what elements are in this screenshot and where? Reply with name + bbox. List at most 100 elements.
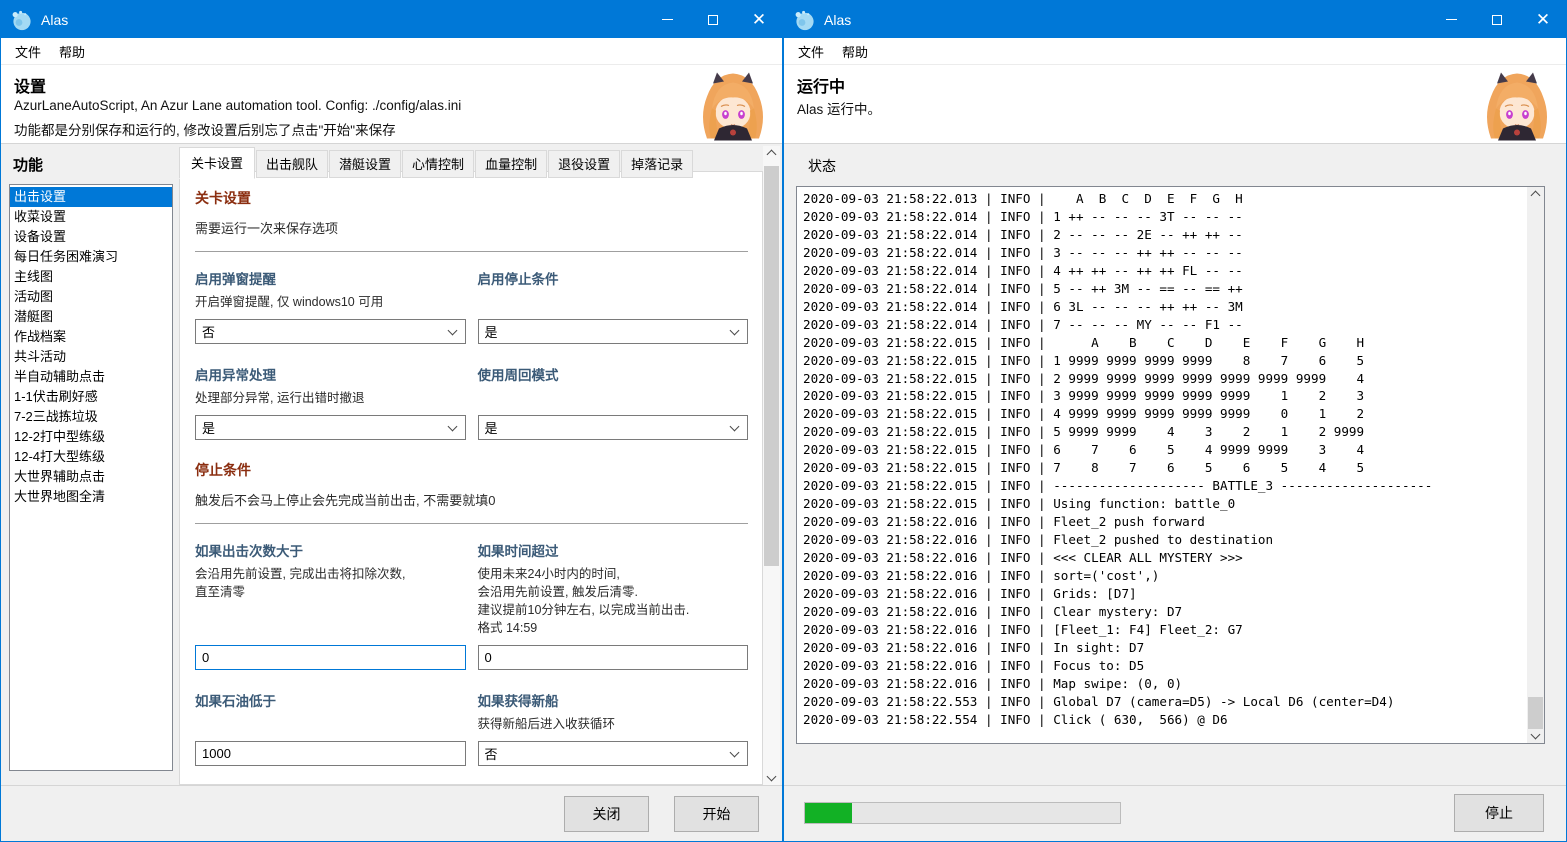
dropdown-select[interactable]: 否	[478, 741, 749, 766]
minimize-button[interactable]	[644, 1, 690, 38]
text-input[interactable]	[478, 645, 749, 670]
field-help: 会沿用先前设置, 完成出击将扣除次数,	[195, 565, 466, 583]
log-line: 2020-09-03 21:58:22.016 | INFO | Clear m…	[803, 603, 1526, 621]
tab[interactable]: 出击舰队	[256, 150, 328, 178]
close-window-button[interactable]: 关闭	[564, 796, 649, 832]
maximize-icon	[1492, 15, 1502, 25]
chevron-down-icon	[447, 422, 457, 432]
content-scrollbar[interactable]	[763, 146, 780, 785]
close-button[interactable]: ✕	[1520, 1, 1566, 38]
chevron-down-icon	[730, 748, 740, 758]
scroll-down-arrow[interactable]	[1527, 726, 1544, 743]
sidebar-item[interactable]: 作战档案	[10, 327, 172, 347]
chevron-down-icon	[1531, 730, 1541, 740]
sidebar-item[interactable]: 共斗活动	[10, 347, 172, 367]
field-label: 启用停止条件	[478, 268, 749, 288]
dropdown-select[interactable]: 是	[478, 319, 749, 344]
sidebar-item[interactable]: 潜艇图	[10, 307, 172, 327]
sidebar-item[interactable]: 大世界辅助点击	[10, 467, 172, 487]
text-input[interactable]	[195, 645, 466, 670]
sidebar-item[interactable]: 收菜设置	[10, 207, 172, 227]
close-icon: ✕	[752, 11, 766, 28]
log-line: 2020-09-03 21:58:22.554 | INFO | Click (…	[803, 711, 1526, 729]
log-line: 2020-09-03 21:58:22.016 | INFO | Grids: …	[803, 585, 1526, 603]
log-box[interactable]: 2020-09-03 21:58:22.013 | INFO | A B C D…	[796, 186, 1545, 744]
field-help: 使用未来24小时内的时间,	[478, 565, 749, 583]
sidebar-item[interactable]: 1-1伏击刷好感	[10, 387, 172, 407]
scroll-down-arrow[interactable]	[763, 768, 780, 785]
sidebar-item[interactable]: 活动图	[10, 287, 172, 307]
title-bar[interactable]: Alas ✕	[1, 1, 782, 38]
runner-header: 运行中 Alas 运行中。	[784, 65, 1566, 144]
form-field: 启用停止条件是	[478, 268, 749, 344]
maximize-button[interactable]	[1474, 1, 1520, 38]
scroll-up-arrow[interactable]	[1527, 187, 1544, 204]
maximize-button[interactable]	[690, 1, 736, 38]
scroll-up-arrow[interactable]	[763, 146, 780, 163]
tab[interactable]: 潜艇设置	[329, 150, 401, 178]
tab[interactable]: 退役设置	[548, 150, 620, 178]
sidebar-item[interactable]: 半自动辅助点击	[10, 367, 172, 387]
field-control	[195, 733, 466, 766]
window-title: Alas	[41, 12, 644, 28]
log-line: 2020-09-03 21:58:22.016 | INFO | In sigh…	[803, 639, 1526, 657]
scrollbar-thumb[interactable]	[1528, 697, 1543, 729]
sidebar-item[interactable]: 设备设置	[10, 227, 172, 247]
sidebar-item[interactable]: 主线图	[10, 267, 172, 287]
log-line: 2020-09-03 21:58:22.014 | INFO | 5 -- ++…	[803, 280, 1526, 298]
log-line: 2020-09-03 21:58:22.015 | INFO | 5 9999 …	[803, 423, 1526, 441]
dropdown-select[interactable]: 是	[195, 415, 466, 440]
log-line: 2020-09-03 21:58:22.553 | INFO | Global …	[803, 693, 1526, 711]
maximize-icon	[708, 15, 718, 25]
field-control: 是	[195, 407, 466, 440]
divider	[195, 523, 748, 524]
menu-item[interactable]: 帮助	[50, 42, 94, 61]
sidebar-item[interactable]: 12-4打大型练级	[10, 447, 172, 467]
dropdown-select[interactable]: 是	[478, 415, 749, 440]
text-input[interactable]	[195, 741, 466, 766]
settings-main: 功能 出击设置收菜设置设备设置每日任务困难演习主线图活动图潜艇图作战档案共斗活动…	[1, 144, 782, 785]
sidebar-item[interactable]: 12-2打中型练级	[10, 427, 172, 447]
field-control: 是	[478, 311, 749, 344]
log-line: 2020-09-03 21:58:22.014 | INFO | 7 -- --…	[803, 316, 1526, 334]
form-field: 如果时间超过使用未来24小时内的时间,会沿用先前设置, 触发后清零.建议提前10…	[478, 540, 749, 670]
menu-item[interactable]: 文件	[6, 42, 50, 61]
tab[interactable]: 掉落记录	[621, 150, 693, 178]
tab[interactable]: 心情控制	[402, 150, 474, 178]
sidebar-item[interactable]: 出击设置	[10, 187, 172, 207]
sidebar-item[interactable]: 7-2三战拣垃圾	[10, 407, 172, 427]
field-help: 开启弹窗提醒, 仅 windows10 可用	[195, 293, 466, 311]
settings-window: Alas ✕ 文件帮助 设置 AzurLaneAutoScript, An Az…	[0, 0, 783, 842]
sidebar-item[interactable]: 大世界地图全清	[10, 487, 172, 507]
field-help: 处理部分异常, 运行出错时撤退	[195, 389, 466, 407]
log-line: 2020-09-03 21:58:22.015 | INFO | -------…	[803, 477, 1526, 495]
menu-item[interactable]: 文件	[789, 42, 833, 61]
dropdown-select[interactable]: 否	[195, 319, 466, 344]
chevron-down-icon	[730, 326, 740, 336]
log-line: 2020-09-03 21:58:22.015 | INFO | Using f…	[803, 495, 1526, 513]
start-button[interactable]: 开始	[674, 796, 759, 832]
log-line: 2020-09-03 21:58:22.015 | INFO | A B C D…	[803, 334, 1526, 352]
tab[interactable]: 血量控制	[475, 150, 547, 178]
log-line: 2020-09-03 21:58:22.014 | INFO | 2 -- --…	[803, 226, 1526, 244]
tab[interactable]: 关卡设置	[179, 147, 255, 179]
field-help: 获得新船后进入收获循环	[478, 715, 749, 733]
scrollbar-thumb[interactable]	[764, 166, 779, 566]
page-title: 运行中	[797, 73, 845, 97]
function-listbox[interactable]: 出击设置收菜设置设备设置每日任务困难演习主线图活动图潜艇图作战档案共斗活动半自动…	[9, 184, 173, 771]
minimize-button[interactable]	[1428, 1, 1474, 38]
form-row: 如果石油低于如果获得新船获得新船后进入收获循环否	[195, 690, 748, 766]
field-label: 启用弹窗提醒	[195, 268, 466, 288]
close-button[interactable]: ✕	[736, 1, 782, 38]
chevron-down-icon	[447, 326, 457, 336]
stop-button[interactable]: 停止	[1454, 794, 1544, 832]
log-scrollbar[interactable]	[1527, 187, 1544, 743]
title-bar[interactable]: Alas ✕	[784, 1, 1566, 38]
section-description: 触发后不会马上停止会先完成当前出击, 不需要就填0	[195, 490, 748, 509]
form-field: 如果获得新船获得新船后进入收获循环否	[478, 690, 749, 766]
minimize-icon	[662, 19, 673, 20]
runner-main: 状态 2020-09-03 21:58:22.013 | INFO | A B …	[784, 144, 1566, 785]
selected-value: 否	[202, 322, 215, 341]
menu-item[interactable]: 帮助	[833, 42, 877, 61]
sidebar-item[interactable]: 每日任务困难演习	[10, 247, 172, 267]
